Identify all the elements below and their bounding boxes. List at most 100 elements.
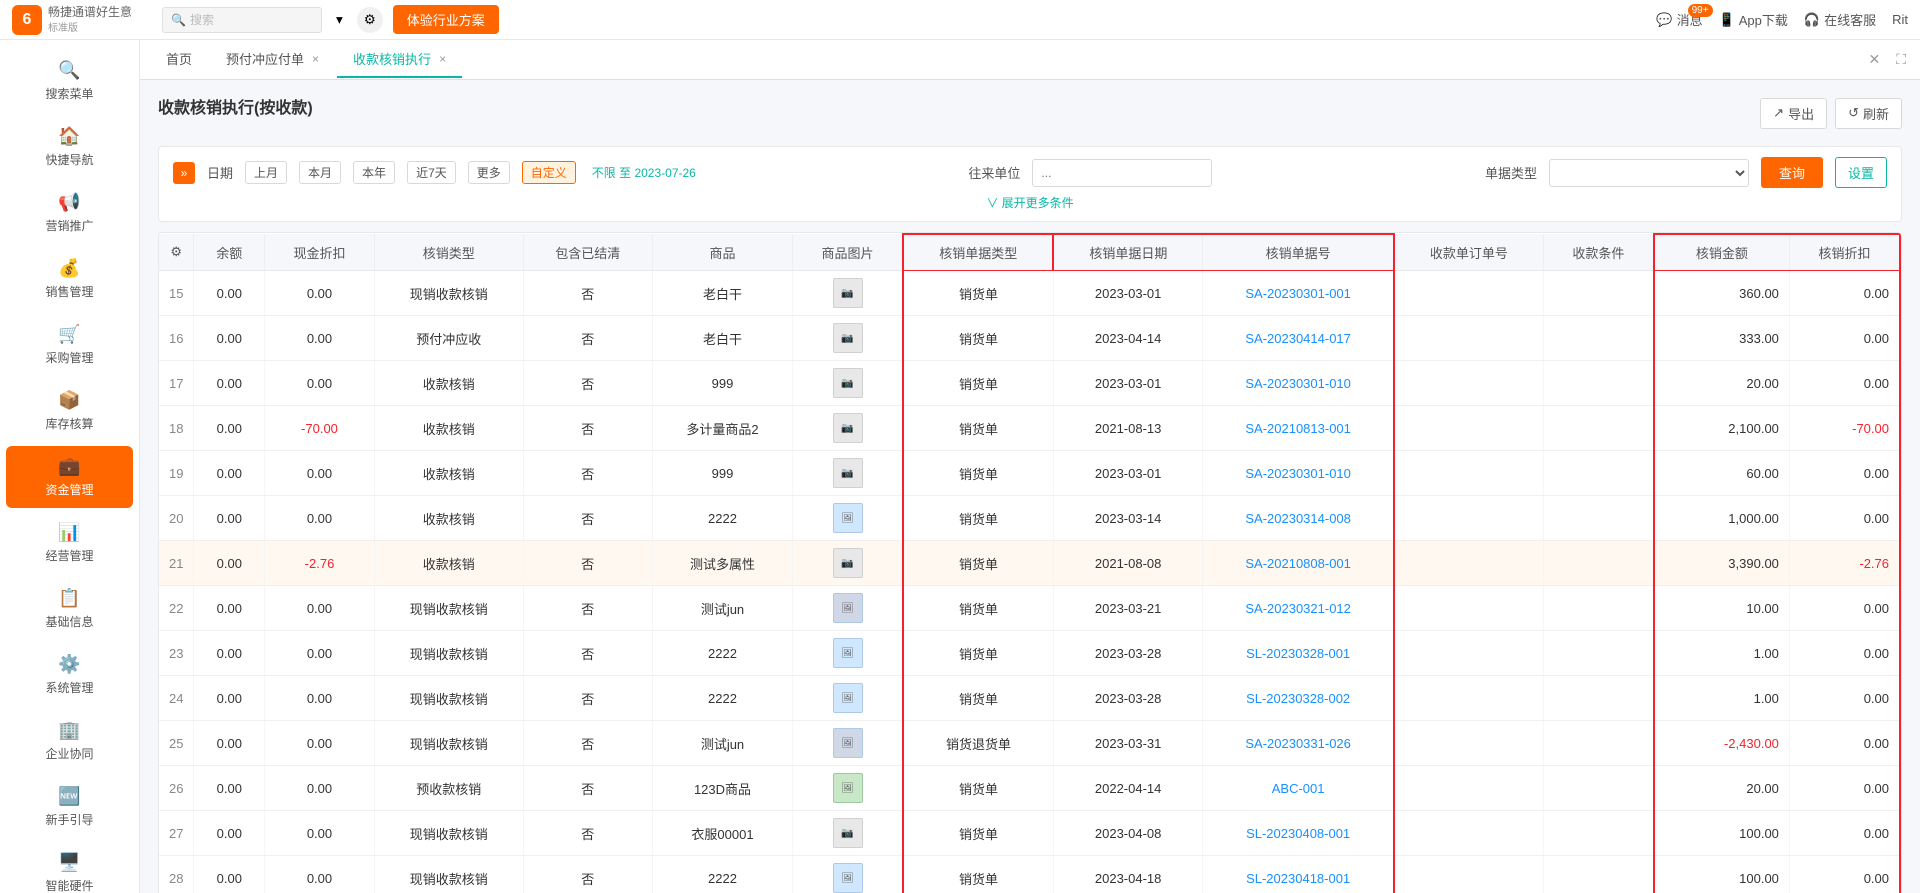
col-balance: 余额 [194, 234, 265, 271]
layout: 🔍 搜索菜单 🏠 快捷导航 📢 营销推广 💰 销售管理 🛒 采购管理 📦 库存核… [0, 40, 1920, 893]
bill-no-link[interactable]: SA-20230301-001 [1245, 286, 1351, 301]
product-cell: 2222 [652, 676, 792, 721]
date-filter-label: 日期 [207, 163, 233, 182]
bill-type-cell: 销货单 [903, 406, 1053, 451]
bill-no-link[interactable]: ABC-001 [1272, 781, 1325, 796]
sidebar-item-basicinfo[interactable]: 📋 基础信息 [6, 578, 133, 640]
partner-filter-input[interactable] [1032, 159, 1212, 187]
receipt-cond-cell [1543, 721, 1653, 766]
window-expand-btn[interactable]: ⛶ [1892, 49, 1910, 70]
trial-btn[interactable]: 体验行业方案 [393, 5, 499, 34]
row-number: 23 [159, 631, 194, 676]
tab-prepay[interactable]: 预付冲应付单 × [210, 42, 335, 78]
bill-no-link[interactable]: SA-20230321-012 [1245, 601, 1351, 616]
tab-receipts[interactable]: 收款核销执行 × [337, 42, 462, 78]
search-dropdown-btn[interactable]: ▾ [332, 10, 347, 30]
sidebar-item-system[interactable]: ⚙️ 系统管理 [6, 644, 133, 706]
table-row: 280.000.00现销收款核销否2222🖼销货单2023-04-18SL-20… [159, 856, 1900, 893]
included-settled-cell: 否 [523, 541, 652, 586]
receipt-cond-cell [1543, 361, 1653, 406]
sidebar-item-search[interactable]: 🔍 搜索菜单 [6, 50, 133, 112]
product-image-cell: 🖼 [793, 856, 903, 893]
row-number: 28 [159, 856, 194, 893]
export-btn[interactable]: ↗ 导出 [1760, 98, 1827, 129]
balance-cell: 0.00 [194, 361, 265, 406]
window-close-btn[interactable]: ✕ [1864, 49, 1884, 70]
bill-no-link[interactable]: SA-20230414-017 [1245, 331, 1351, 346]
search-btn[interactable]: 查询 [1761, 157, 1823, 188]
sidebar-item-operations[interactable]: 📊 经营管理 [6, 512, 133, 574]
bill-no-cell: SA-20230414-017 [1203, 316, 1394, 361]
col-bill-no: 核销单据号 [1203, 234, 1394, 271]
product-image-cell: 📷 [793, 811, 903, 856]
receipt-cond-cell [1543, 856, 1653, 893]
receipts-tab-close[interactable]: × [439, 52, 446, 66]
date-custom-btn[interactable]: 自定义 [522, 161, 576, 184]
receipt-cond-cell [1543, 496, 1653, 541]
col-settings[interactable]: ⚙ [159, 234, 194, 271]
write-off-type-cell: 收款核销 [374, 496, 523, 541]
tab-home[interactable]: 首页 [150, 42, 208, 78]
cash-discount-cell: 0.00 [265, 496, 375, 541]
filter-setting-btn[interactable]: 设置 [1835, 157, 1887, 188]
top-search-bar[interactable]: 🔍 搜索 [162, 7, 322, 33]
product-image-cell: 📷 [793, 271, 903, 316]
bill-type-filter-select[interactable] [1549, 159, 1749, 187]
user-menu[interactable]: Rit [1892, 12, 1908, 27]
date-7days-btn[interactable]: 近7天 [407, 161, 456, 184]
date-this-month-btn[interactable]: 本月 [299, 161, 341, 184]
write-off-discount-cell: 0.00 [1789, 316, 1900, 361]
bill-no-link[interactable]: SA-20210808-001 [1245, 556, 1351, 571]
receipt-order-cell [1394, 316, 1544, 361]
included-settled-cell: 否 [523, 676, 652, 721]
sidebar-item-quick[interactable]: 🏠 快捷导航 [6, 116, 133, 178]
date-this-year-btn[interactable]: 本年 [353, 161, 395, 184]
sidebar-item-hardware[interactable]: 🖥️ 智能硬件 [6, 842, 133, 893]
included-settled-cell: 否 [523, 586, 652, 631]
bill-no-link[interactable]: SA-20230301-010 [1245, 466, 1351, 481]
write-off-type-cell: 收款核销 [374, 361, 523, 406]
sidebar-item-marketing[interactable]: 📢 营销推广 [6, 182, 133, 244]
sidebar-item-enterprise[interactable]: 🏢 企业协同 [6, 710, 133, 772]
balance-cell: 0.00 [194, 406, 265, 451]
table-row: 200.000.00收款核销否2222🖼销货单2023-03-14SA-2023… [159, 496, 1900, 541]
chevron-down-icon: ∨ [986, 196, 998, 210]
prepay-tab-close[interactable]: × [312, 52, 319, 66]
bill-no-link[interactable]: SL-20230408-001 [1246, 826, 1350, 841]
receipt-cond-cell [1543, 811, 1653, 856]
sidebar-item-inventory[interactable]: 📦 库存核算 [6, 380, 133, 442]
receipt-cond-cell [1543, 451, 1653, 496]
date-range-display: 不限 至 2023-07-26 [592, 164, 696, 181]
sidebar-item-guide[interactable]: 🆕 新手引导 [6, 776, 133, 838]
filter-collapse-btn[interactable]: » [173, 162, 195, 184]
bill-no-link[interactable]: SA-20230331-026 [1245, 736, 1351, 751]
logo-icon: 6 [12, 5, 42, 35]
bill-no-link[interactable]: SL-20230328-002 [1246, 691, 1350, 706]
page-title: 收款核销执行(按收款) [158, 94, 313, 118]
app-download-label: App下载 [1739, 10, 1788, 29]
table-row: 210.00-2.76收款核销否测试多属性📷销货单2021-08-08SA-20… [159, 541, 1900, 586]
row-number: 22 [159, 586, 194, 631]
bill-no-link[interactable]: SA-20210813-001 [1245, 421, 1351, 436]
notifications[interactable]: 💬 消息 99+ [1656, 10, 1702, 29]
write-off-amount-cell: 360.00 [1654, 271, 1790, 316]
sidebar-item-sales[interactable]: 💰 销售管理 [6, 248, 133, 310]
sidebar-item-finance[interactable]: 💼 资金管理 [6, 446, 133, 508]
bill-no-link[interactable]: SA-20230301-010 [1245, 376, 1351, 391]
bill-no-link[interactable]: SA-20230314-008 [1245, 511, 1351, 526]
bill-no-link[interactable]: SL-20230418-001 [1246, 871, 1350, 886]
product-cell: 2222 [652, 496, 792, 541]
online-service[interactable]: 🎧 在线客服 [1804, 10, 1876, 29]
col-product: 商品 [652, 234, 792, 271]
bill-no-link[interactable]: SL-20230328-001 [1246, 646, 1350, 661]
app-download[interactable]: 📱 App下载 [1719, 10, 1788, 29]
search-placeholder: 搜索 [190, 11, 214, 28]
settings-gear-btn[interactable]: ⚙ [357, 7, 383, 33]
date-last-month-btn[interactable]: 上月 [245, 161, 287, 184]
expand-more-btn[interactable]: ∨ 展开更多条件 [986, 194, 1073, 211]
date-more-btn[interactable]: 更多 [468, 161, 510, 184]
bill-no-cell: SL-20230328-002 [1203, 676, 1394, 721]
sidebar-item-purchase[interactable]: 🛒 采购管理 [6, 314, 133, 376]
column-settings-icon[interactable]: ⚙ [170, 244, 182, 259]
refresh-btn[interactable]: ↺ 刷新 [1835, 98, 1902, 129]
